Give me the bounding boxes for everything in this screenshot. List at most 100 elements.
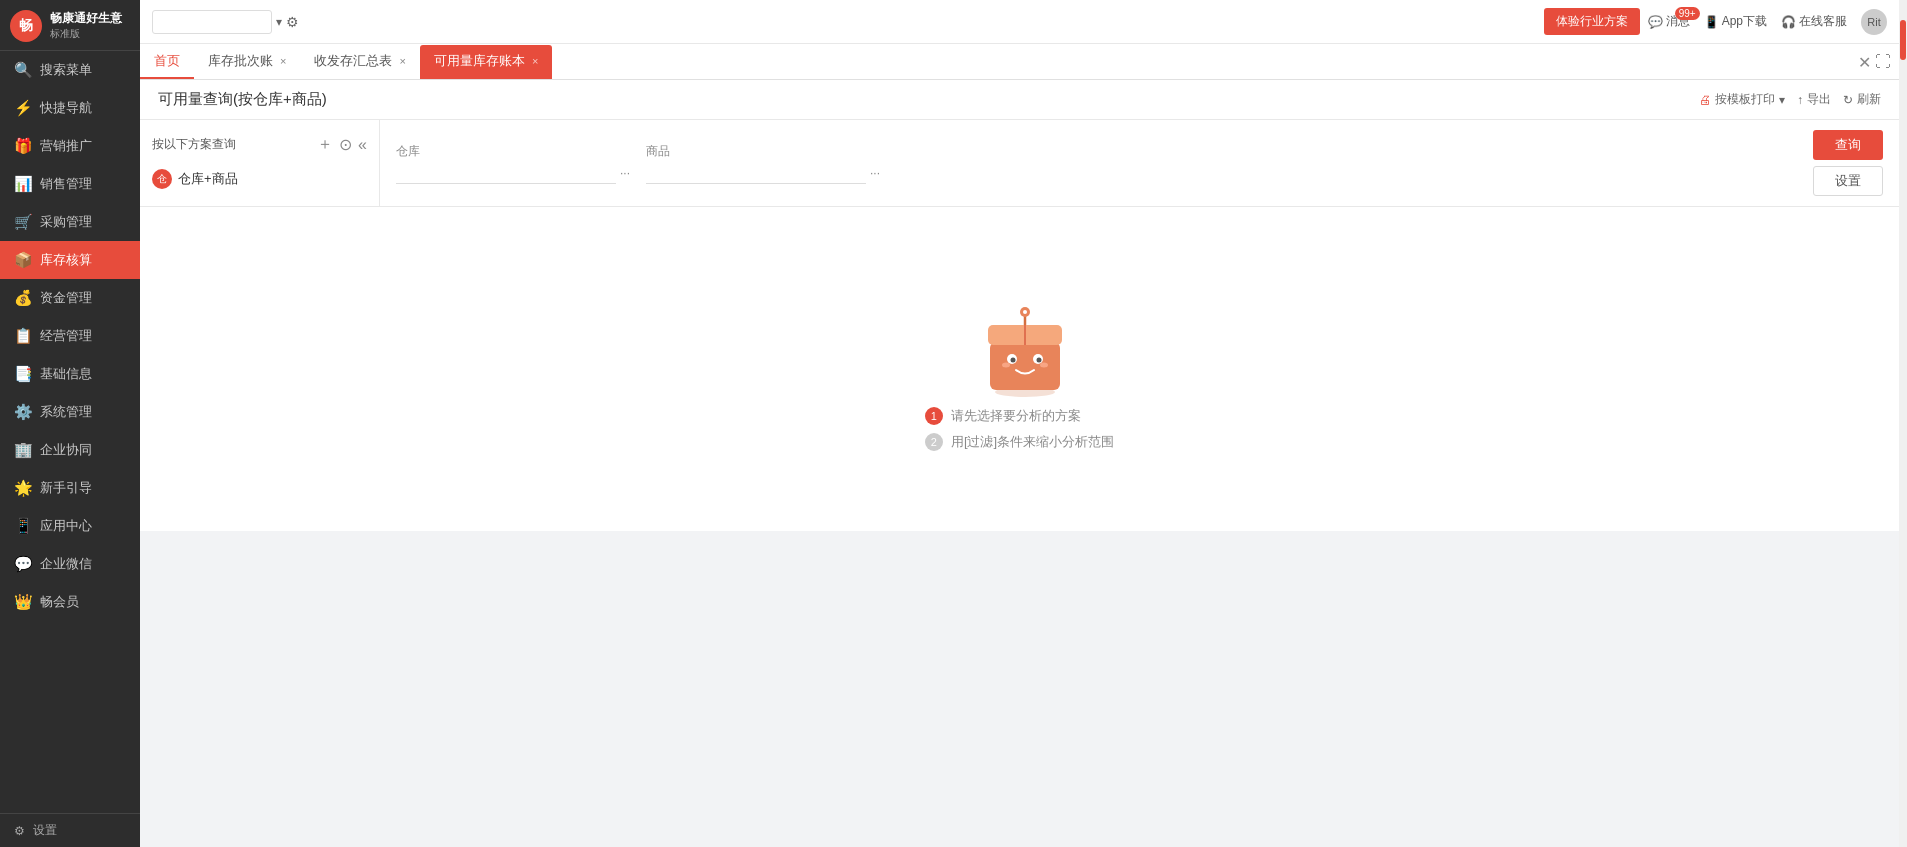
sidebar-item-label-sales: 销售管理 [40, 175, 92, 193]
finance-icon: 💰 [14, 289, 32, 307]
template-print-dropdown[interactable]: ▾ [1779, 93, 1785, 107]
manage-scheme-icon[interactable]: ⊙ [339, 135, 352, 154]
scheme-label: 仓库+商品 [178, 170, 238, 188]
search-icon: 🔍 [14, 61, 32, 79]
page-title: 可用量查询(按仓库+商品) [158, 90, 327, 109]
filter-goods-more[interactable]: ··· [870, 166, 880, 180]
sidebar-item-label-finance: 资金管理 [40, 289, 92, 307]
sidebar-item-label-wechat: 企业微信 [40, 555, 92, 573]
refresh-button[interactable]: ↻ 刷新 [1843, 91, 1881, 108]
sidebar-item-purchase[interactable]: 🛒采购管理 [0, 203, 140, 241]
sidebar-subtitle: 标准版 [50, 27, 122, 41]
sidebar-item-system[interactable]: ⚙️ 系统管理 [0, 393, 140, 431]
sidebar-nav: 🔍 搜索菜单 ⚡快捷导航🎁营销推广 📊 销售管理 🛒采购管理📦库存核算 💰 资金管理 📋 经营管理… [0, 51, 140, 813]
page-header: 可用量查询(按仓库+商品) 🖨 按模板打印 ▾ ↑ 导出 ↻ 刷新 [140, 80, 1899, 120]
sales-icon: 📊 [14, 175, 32, 193]
sidebar-item-finance[interactable]: 💰 资金管理 [0, 279, 140, 317]
topbar-right: 💬 消息 99+ 📱 App下载 🎧 在线客服 Rit [1648, 9, 1887, 35]
sidebar-item-member[interactable]: 👑畅会员 [0, 583, 140, 621]
topbar-search-area: ▾ ⚙ [152, 10, 1536, 34]
sidebar-item-label-app-center: 应用中心 [40, 517, 92, 535]
sidebar-item-enterprise[interactable]: 🏢企业协同 [0, 431, 140, 469]
tab-available-account-label: 可用量库存账本 [434, 52, 525, 70]
collapse-icon[interactable]: « [358, 136, 367, 154]
sidebar-item-app-center[interactable]: 📱 应用中心 [0, 507, 140, 545]
export-label: 导出 [1807, 91, 1831, 108]
tab-receive-summary[interactable]: 收发存汇总表 × [300, 45, 419, 79]
tabs-end-actions: ✕ ⛶ [1858, 45, 1899, 79]
hint-num-2: 2 [925, 433, 943, 451]
sidebar-item-newbie[interactable]: 🌟新手引导 [0, 469, 140, 507]
operation-icon: 📋 [14, 327, 32, 345]
phone-icon: 📱 [1704, 15, 1719, 29]
sidebar-item-wechat[interactable]: 💬企业微信 [0, 545, 140, 583]
online-service-button[interactable]: 🎧 在线客服 [1781, 13, 1847, 30]
empty-graphic [970, 287, 1070, 387]
query-button[interactable]: 查询 [1813, 130, 1883, 160]
template-print-button[interactable]: 🖨 按模板打印 ▾ [1699, 91, 1785, 108]
page-actions: 🖨 按模板打印 ▾ ↑ 导出 ↻ 刷新 [1699, 91, 1881, 108]
enterprise-icon: 🏢 [14, 441, 32, 459]
filter-warehouse-field: 仓库 ··· [396, 143, 630, 184]
sidebar-item-basic[interactable]: 📑基础信息 [0, 355, 140, 393]
sidebar-item-label-system: 系统管理 [40, 403, 92, 421]
message-badge: 99+ [1675, 7, 1700, 20]
tab-receive-summary-close[interactable]: × [399, 55, 405, 67]
topbar-gear-icon[interactable]: ⚙ [286, 14, 299, 30]
tab-batch-account-close[interactable]: × [280, 55, 286, 67]
right-scrollbar [1899, 0, 1907, 847]
message-icon: 💬 [1648, 15, 1663, 29]
industry-solution-button[interactable]: 体验行业方案 [1544, 8, 1640, 35]
close-tab-icon[interactable]: ✕ [1858, 53, 1871, 72]
sidebar-item-label-member: 畅会员 [40, 593, 79, 611]
svg-point-12 [1023, 310, 1027, 314]
sidebar-item-inventory[interactable]: 📦库存核算 [0, 241, 140, 279]
scheme-warehouse-goods[interactable]: 仓 仓库+商品 [140, 163, 379, 195]
empty-hint-2-text: 用[过滤]条件来缩小分析范围 [951, 433, 1114, 451]
filter-warehouse-input[interactable] [396, 163, 616, 184]
system-icon: ⚙️ [14, 403, 32, 421]
sidebar-logo: 畅 [10, 10, 42, 42]
sidebar-item-sales[interactable]: 📊 销售管理 [0, 165, 140, 203]
filter-goods-input[interactable] [646, 163, 866, 184]
export-button[interactable]: ↑ 导出 [1797, 91, 1831, 108]
filter-goods-field: 商品 ··· [646, 143, 880, 184]
message-button[interactable]: 💬 消息 99+ [1648, 13, 1690, 30]
sidebar-item-label-operation: 经营管理 [40, 327, 92, 345]
topbar-dropdown-icon[interactable]: ▾ [276, 15, 282, 29]
sidebar-footer[interactable]: ⚙ 设置 [0, 813, 140, 847]
topbar-search-input[interactable] [152, 10, 272, 34]
content-area: 可用量查询(按仓库+商品) 🖨 按模板打印 ▾ ↑ 导出 ↻ 刷新 [140, 80, 1899, 847]
expand-icon[interactable]: ⛶ [1875, 53, 1891, 71]
settings-button[interactable]: 设置 [1813, 166, 1883, 196]
sidebar-item-search[interactable]: 🔍 搜索菜单 [0, 51, 140, 89]
user-avatar[interactable]: Rit [1861, 9, 1887, 35]
tab-home[interactable]: 首页 [140, 45, 194, 79]
svg-point-9 [1040, 363, 1048, 368]
query-right-panel: 仓库 ··· 商品 ··· 查询 [380, 120, 1899, 206]
tab-available-account-close[interactable]: × [532, 55, 538, 67]
query-section: 按以下方案查询 ＋ ⊙ « 仓 仓库+商品 仓库 [140, 120, 1899, 207]
sidebar-title-block: 畅康通好生意 标准版 [50, 11, 122, 41]
sidebar-item-operation[interactable]: 📋 经营管理 [0, 317, 140, 355]
tab-batch-account[interactable]: 库存批次账 × [194, 45, 300, 79]
refresh-icon: ↻ [1843, 93, 1853, 107]
template-print-label: 按模板打印 [1715, 91, 1775, 108]
add-scheme-icon[interactable]: ＋ [317, 134, 333, 155]
scheme-icon: 仓 [152, 169, 172, 189]
service-icon: 🎧 [1781, 15, 1796, 29]
app-center-icon: 📱 [14, 517, 32, 535]
filter-row: 仓库 ··· 商品 ··· 查询 [396, 130, 1883, 196]
sidebar-title: 畅康通好生意 [50, 11, 122, 27]
sidebar-item-marketing[interactable]: 🎁营销推广 [0, 127, 140, 165]
sidebar-item-quick-nav[interactable]: ⚡快捷导航 [0, 89, 140, 127]
svg-point-6 [1010, 358, 1015, 363]
tab-available-account[interactable]: 可用量库存账本 × [420, 45, 552, 79]
sidebar-item-label-search: 搜索菜单 [40, 61, 92, 79]
user-avatar-circle: Rit [1861, 9, 1887, 35]
app-download-button[interactable]: 📱 App下载 [1704, 13, 1767, 30]
query-left-header-label: 按以下方案查询 [152, 136, 236, 153]
filter-warehouse-more[interactable]: ··· [620, 166, 630, 180]
svg-point-8 [1002, 363, 1010, 368]
right-scrollbar-thumb [1900, 20, 1906, 60]
